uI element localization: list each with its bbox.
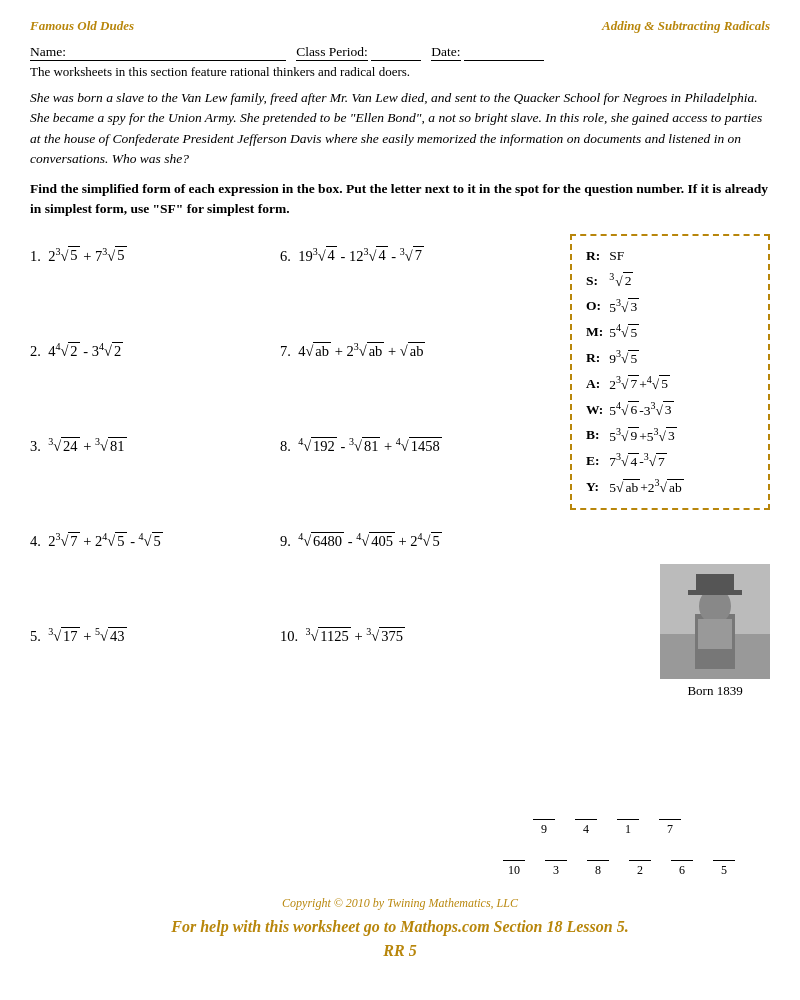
blank-10: 10: [500, 845, 528, 878]
class-blanks: [371, 44, 421, 61]
footer-copyright: Copyright © 2010 by Twining Mathematics,…: [30, 896, 770, 911]
header-right: Adding & Subtracting Radicals: [602, 18, 770, 34]
problem-3: 3. 3√24 + 3√81: [30, 424, 280, 483]
instruction: Find the simplified form of each express…: [30, 179, 770, 220]
blank-6: 6: [668, 845, 696, 878]
problem-9: 9. 4√6480 - 4√405 + 24√5: [280, 519, 550, 578]
answer-o: O: 53√3: [586, 294, 684, 320]
problem-4: 4. 23√7 + 24√5 - 4√5: [30, 519, 280, 578]
blank-9: 9: [530, 804, 558, 837]
problem-10: 10. 3√1125 + 3√375: [280, 614, 550, 673]
answer-box: R: SF S: 3√2 O: 53√3 M: 54√5 R: 93√5 A: …: [570, 234, 770, 510]
answer-b: B: 53√9+53√3: [586, 423, 684, 449]
problem-1: 1. 23√5 + 73√5: [30, 234, 280, 293]
blank-8: 8: [584, 845, 612, 878]
blank-5: 5: [710, 845, 738, 878]
story: She was born a slave to the Van Lew fami…: [30, 88, 770, 169]
problem-6: 6. 193√4 - 123√4 - 3√7: [280, 234, 550, 293]
date-blanks: [464, 44, 544, 61]
answer-w: W: 54√6-33√3: [586, 397, 684, 423]
problem-5: 5. 3√17 + 5√43: [30, 614, 280, 673]
blank-2: 2: [626, 845, 654, 878]
answer-y: Y: 5√ab+23√ab: [586, 474, 684, 500]
answer-r: R: SF: [586, 244, 684, 268]
problem-2: 2. 44√2 - 34√2: [30, 329, 280, 388]
footer-help: For help with this worksheet go to Matho…: [30, 915, 770, 963]
problem-7: 7. 4√ab + 23√ab + √ab: [280, 329, 550, 388]
answer-blanks: 9 4 1 7 10 3 8 2: [30, 804, 770, 878]
class-label: Class Period:: [296, 44, 368, 61]
svg-rect-6: [698, 619, 732, 649]
svg-rect-5: [696, 574, 734, 592]
answer-r2: R: 93√5: [586, 345, 684, 371]
born-text: Born 1839: [660, 683, 770, 699]
blank-1: 1: [614, 804, 642, 837]
blank-3: 3: [542, 845, 570, 878]
name-label: Name:: [30, 44, 66, 61]
name-row: Name: Class Period: Date:: [30, 44, 770, 61]
header-row: Famous Old Dudes Adding & Subtracting Ra…: [30, 18, 770, 34]
blank-4a: 4: [572, 804, 600, 837]
answer-m: M: 54√5: [586, 319, 684, 345]
date-label: Date:: [431, 44, 460, 61]
answer-e: E: 73√4-3√7: [586, 448, 684, 474]
answer-s: S: 3√2: [586, 268, 684, 294]
blank-7: 7: [656, 804, 684, 837]
subtitle: The worksheets in this section feature r…: [30, 64, 770, 80]
image-box: Born 1839: [660, 564, 770, 699]
problem-8: 8. 4√192 - 3√81 + 4√1458: [280, 424, 550, 483]
header-left: Famous Old Dudes: [30, 18, 134, 34]
answer-a: A: 23√7+4√5: [586, 371, 684, 397]
name-line: [66, 44, 286, 61]
